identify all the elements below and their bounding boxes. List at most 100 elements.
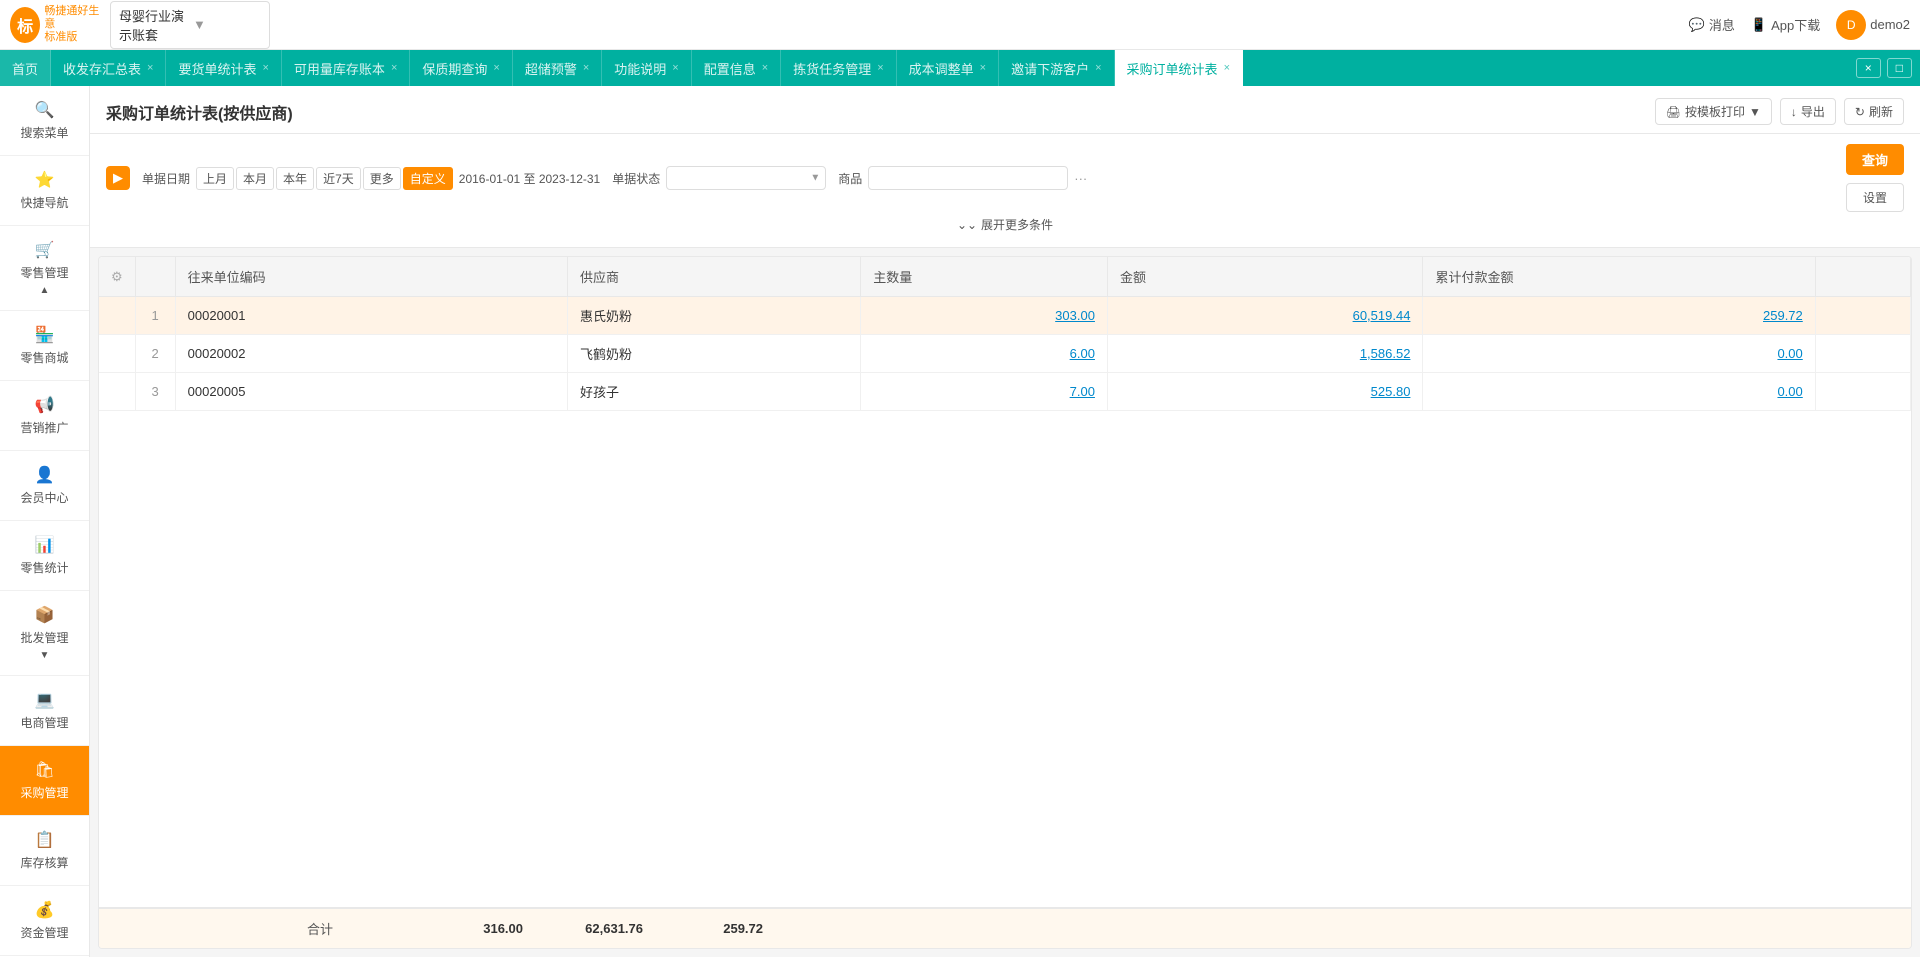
tab-close-icon[interactable]: ×	[391, 62, 397, 74]
row-amount-cell[interactable]: 60,519.44	[1107, 297, 1423, 335]
filter-expand-button[interactable]: ⌄⌄ 展开更多条件	[957, 216, 1053, 233]
tab-gongneng[interactable]: 功能说明 ×	[602, 50, 691, 86]
retail-icon: 🛒	[35, 240, 55, 260]
sidebar-item-inventory[interactable]: 📋 库存核算	[0, 816, 89, 886]
export-icon: ↓	[1791, 105, 1797, 119]
tab-peizhi[interactable]: 配置信息 ×	[692, 50, 781, 86]
tab-restore-button[interactable]: □	[1887, 58, 1912, 78]
refresh-label: 刷新	[1869, 103, 1893, 120]
tab-close-icon[interactable]: ×	[762, 62, 768, 74]
expand-label: 展开更多条件	[981, 216, 1053, 233]
user-menu[interactable]: D demo2	[1836, 10, 1910, 40]
row-amount-cell[interactable]: 1,586.52	[1107, 335, 1423, 373]
tab-close-icon[interactable]: ×	[877, 62, 883, 74]
sidebar-item-members[interactable]: 👤 会员中心	[0, 451, 89, 521]
row-quantity-cell[interactable]: 303.00	[861, 297, 1108, 335]
tab-keyong[interactable]: 可用量库存账本 ×	[282, 50, 410, 86]
col-index-header	[135, 257, 175, 297]
filter-bar: ▶ 单据日期 上月 本月 本年 近7天 更多 自定义 2016-01-01 至 …	[90, 134, 1920, 248]
status-select[interactable]	[666, 166, 826, 190]
sidebar-item-purchase[interactable]: 🛍 采购管理	[0, 746, 89, 816]
goods-more-icon[interactable]: ···	[1074, 171, 1087, 186]
tab-home-label: 首页	[12, 59, 38, 78]
export-button[interactable]: ↓ 导出	[1780, 98, 1836, 125]
tab-label: 可用量库存账本	[294, 59, 385, 78]
workspace-selector[interactable]: 母婴行业演示账套 ▼	[110, 1, 270, 49]
sidebar-item-retail-stat[interactable]: 📊 零售统计	[0, 521, 89, 591]
logo-area: 标 畅捷通好生意标准版	[10, 5, 100, 45]
filter-settings-button[interactable]: 设置	[1846, 183, 1904, 212]
row-quantity-cell[interactable]: 6.00	[861, 335, 1108, 373]
date-btn-more[interactable]: 更多	[363, 167, 401, 190]
tab-yaohuo[interactable]: 要货单统计表 ×	[166, 50, 281, 86]
query-button[interactable]: 查询	[1846, 144, 1904, 175]
tab-close-icon[interactable]: ×	[262, 62, 268, 74]
sidebar-label: 营销推广	[20, 419, 68, 436]
filter-group-date: 单据日期 上月 本月 本年 近7天 更多 自定义 2016-01-01 至 20…	[142, 167, 600, 190]
table-row: 3 00020005 好孩子 7.00 525.80 0.00	[99, 373, 1911, 411]
table-area: ⚙ 往来单位编码 供应商 主数量 金额 累计付款金额 1 00020001	[98, 256, 1912, 949]
column-settings-icon[interactable]: ⚙	[111, 269, 123, 284]
printer-icon: 🖨	[1666, 105, 1681, 119]
tab-home[interactable]: 首页	[0, 50, 51, 86]
app-download-button[interactable]: 📱 App下载	[1751, 15, 1820, 34]
nav-tabs-bar: 首页 收发存汇总表 × 要货单统计表 × 可用量库存账本 × 保质期查询 × 超…	[0, 50, 1920, 86]
tab-baozhi[interactable]: 保质期查询 ×	[410, 50, 512, 86]
table-row: 2 00020002 飞鹤奶粉 6.00 1,586.52 0.00	[99, 335, 1911, 373]
goods-filter-label: 商品	[838, 170, 862, 187]
tab-close-icon[interactable]: ×	[1224, 62, 1230, 74]
app-download-label: App下载	[1771, 15, 1820, 34]
row-amount-cell[interactable]: 525.80	[1107, 373, 1423, 411]
sidebar-item-quicknav[interactable]: ⭐ 快捷导航	[0, 156, 89, 226]
filter-toggle-button[interactable]: ▶	[106, 166, 130, 190]
date-btn-last-month[interactable]: 上月	[196, 167, 234, 190]
tab-close-icon[interactable]: ×	[493, 62, 499, 74]
message-button[interactable]: 💬 消息	[1689, 15, 1735, 34]
row-extra-cell	[1815, 335, 1910, 373]
row-paid-cell[interactable]: 0.00	[1423, 335, 1815, 373]
top-bar: 标 畅捷通好生意标准版 母婴行业演示账套 ▼ 💬 消息 📱 App下载 D de…	[0, 0, 1920, 50]
print-button[interactable]: 🖨 按模板打印 ▼	[1655, 98, 1772, 125]
tab-close-icon[interactable]: ×	[147, 62, 153, 74]
sidebar-item-retail[interactable]: 🛒 零售管理 ▲	[0, 226, 89, 311]
tab-label: 功能说明	[614, 59, 666, 78]
sidebar-item-batch[interactable]: 📦 批发管理 ▼	[0, 591, 89, 676]
app-download-icon: 📱	[1751, 17, 1767, 33]
tab-caigou[interactable]: 采购订单统计表 ×	[1115, 50, 1243, 86]
date-btn-custom[interactable]: 自定义	[403, 167, 453, 190]
sidebar-label: 批发管理	[20, 629, 68, 646]
col-supplier-header: 供应商	[567, 257, 860, 297]
sidebar-item-ecommerce[interactable]: 💻 电商管理	[0, 676, 89, 746]
tab-close-icon[interactable]: ×	[672, 62, 678, 74]
tab-close-icon[interactable]: ×	[980, 62, 986, 74]
sidebar-item-finance[interactable]: 💰 资金管理	[0, 886, 89, 956]
sidebar-label: 快捷导航	[20, 194, 68, 211]
sidebar-item-marketing[interactable]: 📢 营销推广	[0, 381, 89, 451]
date-btn-7days[interactable]: 近7天	[316, 167, 361, 190]
tab-close-icon[interactable]: ×	[583, 62, 589, 74]
date-btn-this-month[interactable]: 本月	[236, 167, 274, 190]
row-paid-cell[interactable]: 259.72	[1423, 297, 1815, 335]
tab-label: 要货单统计表	[178, 59, 256, 78]
row-quantity-cell[interactable]: 7.00	[861, 373, 1108, 411]
refresh-button[interactable]: ↻ 刷新	[1844, 98, 1904, 125]
row-paid-cell[interactable]: 0.00	[1423, 373, 1815, 411]
tab-close-all-button[interactable]: ×	[1856, 58, 1881, 78]
goods-filter-input[interactable]	[868, 166, 1068, 190]
sidebar-item-retail-shop[interactable]: 🏪 零售商城	[0, 311, 89, 381]
footer-amount: 62,631.76	[547, 921, 667, 936]
col-code-header: 往来单位编码	[175, 257, 567, 297]
tab-label: 成本调整单	[909, 59, 974, 78]
date-btn-this-year[interactable]: 本年	[276, 167, 314, 190]
sidebar-item-search[interactable]: 🔍 搜索菜单	[0, 86, 89, 156]
footer-quantity: 316.00	[427, 921, 547, 936]
tab-chengben[interactable]: 成本调整单 ×	[897, 50, 999, 86]
tab-shoufahuizong[interactable]: 收发存汇总表 ×	[51, 50, 166, 86]
tab-close-icon[interactable]: ×	[1095, 62, 1101, 74]
tab-label: 保质期查询	[422, 59, 487, 78]
footer-label: 合计	[307, 919, 427, 938]
tab-chaochu[interactable]: 超储预警 ×	[513, 50, 602, 86]
tab-yaoqing[interactable]: 邀请下游客户 ×	[999, 50, 1114, 86]
sidebar-label: 采购管理	[20, 784, 68, 801]
tab-pihuo[interactable]: 拣货任务管理 ×	[781, 50, 896, 86]
